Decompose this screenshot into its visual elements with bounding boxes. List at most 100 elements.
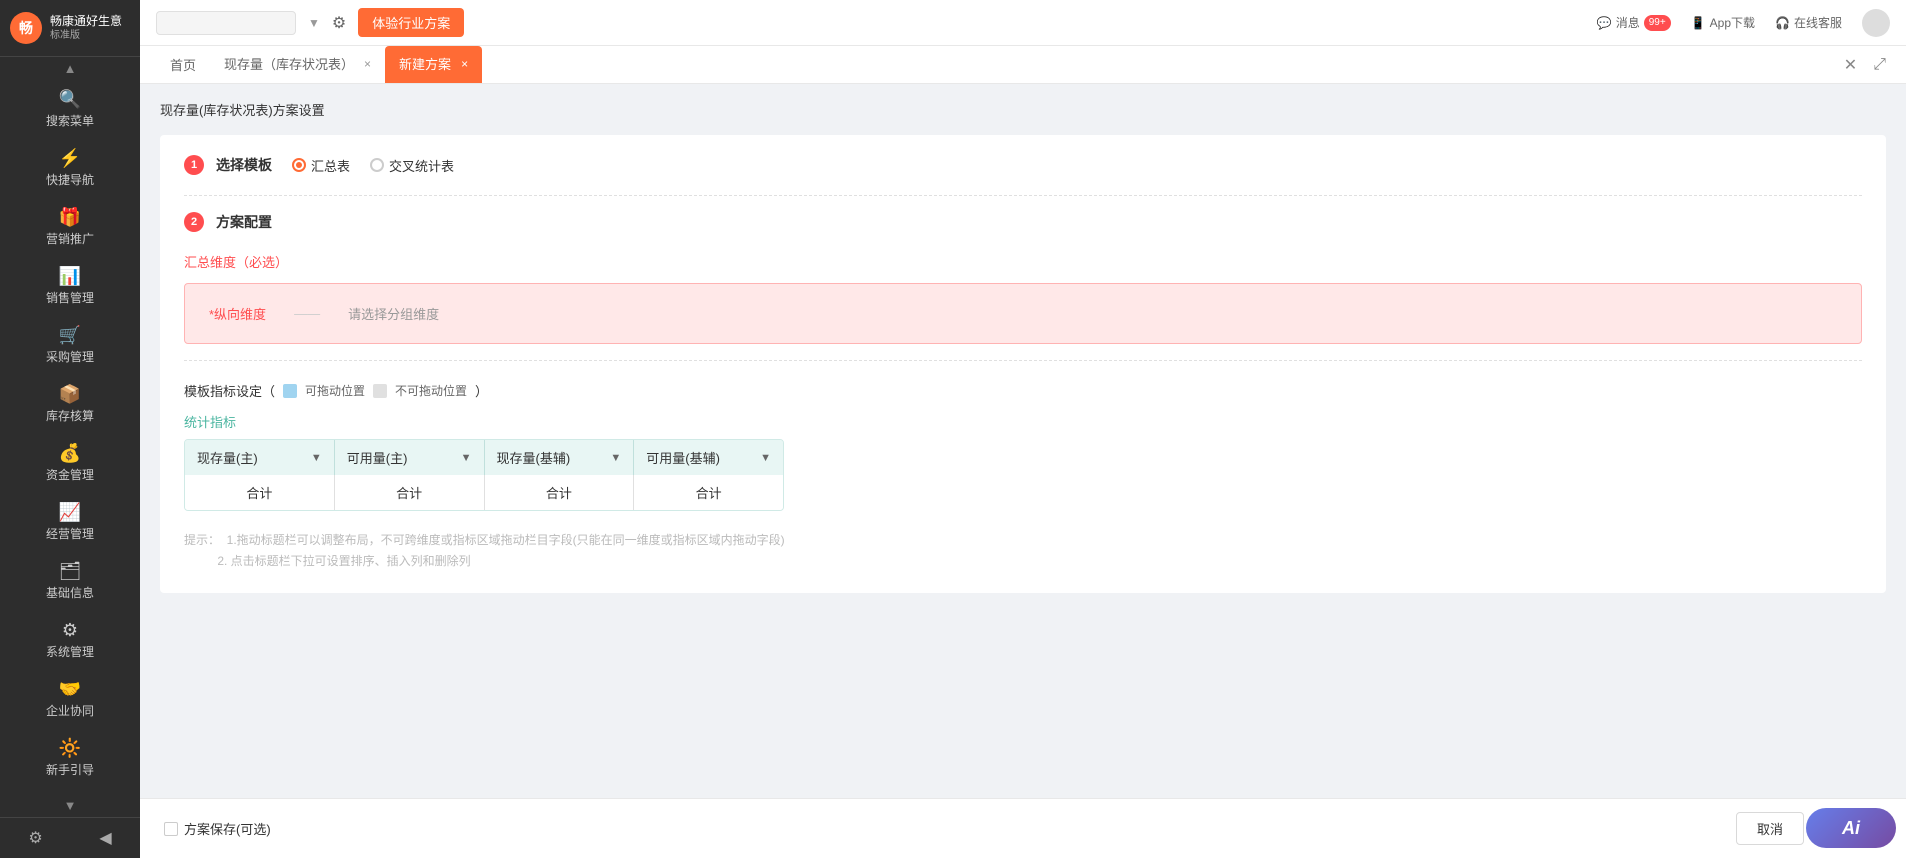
message-icon: 💬	[1597, 16, 1612, 30]
sidebar-item-operations[interactable]: 📈 经营管理	[0, 493, 140, 552]
bottom-bar: 方案保存(可选) 取消 查询	[140, 798, 1906, 858]
template-radio-group: 汇总表 交叉统计表	[292, 156, 454, 175]
stats-col-2[interactable]: 现存量(基辅) ▼	[485, 440, 635, 475]
radio-summary-label: 汇总表	[311, 156, 350, 175]
app-logo-text: 畅康通好生意 标准版	[50, 13, 122, 44]
sidebar-item-label: 库存核算	[46, 407, 94, 424]
sidebar-logo: 畅 畅康通好生意 标准版	[0, 0, 140, 57]
sidebar-item-new-guide[interactable]: 🔆 新手引导	[0, 729, 140, 788]
tab-inventory-close[interactable]: ×	[364, 57, 371, 71]
step2-row: 2 方案配置	[184, 212, 1862, 232]
sidebar-item-label: 销售管理	[46, 289, 94, 306]
dimension-box[interactable]: *纵向维度 —— 请选择分组维度	[184, 283, 1862, 344]
basic-info-icon: 🗂	[59, 562, 82, 580]
sidebar-item-finance[interactable]: 💰 资金管理	[0, 434, 140, 493]
indicator-setting-label: 模板指标设定（ 可拖动位置 不可拖动位置 ）	[184, 381, 1862, 400]
stats-col-3[interactable]: 可用量(基辅) ▼	[634, 440, 783, 475]
toggle-sidebar-icon[interactable]: ◀	[99, 828, 111, 848]
stats-cell-3: 合计	[634, 475, 783, 510]
sidebar-item-label: 新手引导	[46, 761, 94, 778]
save-checkbox-label: 方案保存(可选)	[184, 819, 271, 838]
sidebar-scroll-up[interactable]: ▲	[0, 57, 140, 80]
sidebar-item-marketing[interactable]: 🎁 营销推广	[0, 198, 140, 257]
sidebar-item-inventory[interactable]: 📦 库存核算	[0, 375, 140, 434]
indicator-setting: 模板指标设定（ 可拖动位置 不可拖动位置 ） 统计指标 现存量(主) ▼	[184, 381, 1862, 569]
sidebar-item-label: 基础信息	[46, 584, 94, 601]
tabs-right: ✕ ⤢	[1840, 55, 1890, 75]
main-area: ▼ ⚙ 体验行业方案 💬 消息 99+ 📱 App下载 🎧 在线客服 首页	[140, 0, 1906, 858]
user-avatar[interactable]	[1862, 9, 1890, 37]
cancel-button[interactable]: 取消	[1736, 812, 1804, 845]
stats-col-0-label: 现存量(主)	[197, 448, 258, 467]
sidebar-item-search[interactable]: 🔍 搜索菜单	[0, 80, 140, 139]
sidebar-footer: ⚙ ◀	[0, 817, 140, 858]
save-checkbox-box[interactable]	[164, 822, 178, 836]
radio-cross-dot	[370, 158, 384, 172]
radio-cross[interactable]: 交叉统计表	[370, 156, 454, 175]
sidebar-item-label: 经营管理	[46, 525, 94, 542]
stats-col-3-label: 可用量(基辅)	[646, 448, 720, 467]
new-guide-icon: 🔆	[59, 739, 81, 757]
stats-section-label: 统计指标	[184, 412, 1862, 431]
finance-icon: 💰	[59, 444, 81, 462]
radio-summary-dot	[292, 158, 306, 172]
sidebar-item-label: 营销推广	[46, 230, 94, 247]
col-2-chevron: ▼	[610, 452, 621, 464]
operations-icon: 📈	[59, 503, 81, 521]
save-checkbox[interactable]: 方案保存(可选)	[164, 819, 271, 838]
phone-icon: 📱	[1691, 16, 1706, 30]
message-badge: 99+	[1644, 15, 1671, 31]
sidebar-item-label: 企业协同	[46, 702, 94, 719]
sidebar-item-system[interactable]: ⚙ 系统管理	[0, 611, 140, 670]
tab-new-plan[interactable]: 新建方案 ×	[385, 46, 482, 83]
sidebar-item-purchase[interactable]: 🛒 采购管理	[0, 316, 140, 375]
stats-table: 现存量(主) ▼ 可用量(主) ▼ 现存量(基辅) ▼ 可用量(基辅)	[184, 439, 784, 511]
inventory-icon: 📦	[59, 385, 81, 403]
sidebar-item-sales[interactable]: 📊 销售管理	[0, 257, 140, 316]
col-3-chevron: ▼	[760, 452, 771, 464]
purchase-icon: 🛒	[59, 326, 81, 344]
app-download-btn[interactable]: 📱 App下载	[1691, 14, 1755, 31]
stats-col-0[interactable]: 现存量(主) ▼	[185, 440, 335, 475]
online-service-btn[interactable]: 🎧 在线客服	[1775, 14, 1842, 31]
tab-home-label: 首页	[170, 55, 196, 74]
tab-inventory-label: 现存量（库存状况表）	[224, 54, 354, 73]
topbar-dropdown-icon[interactable]: ▼	[308, 16, 320, 30]
tab-home[interactable]: 首页	[156, 47, 210, 82]
topbar: ▼ ⚙ 体验行业方案 💬 消息 99+ 📱 App下载 🎧 在线客服	[140, 0, 1906, 46]
ai-floating-button[interactable]: Ai	[1806, 808, 1896, 848]
step1-row: 1 选择模板 汇总表 交叉统计表	[184, 155, 1862, 175]
stats-col-1[interactable]: 可用量(主) ▼	[335, 440, 485, 475]
stats-cell-0: 合计	[185, 475, 335, 510]
settings-icon[interactable]: ⚙	[28, 828, 42, 848]
sidebar-scroll-down[interactable]: ▼	[0, 794, 140, 817]
sidebar-item-label: 快捷导航	[46, 171, 94, 188]
summary-dimension-section: 汇总维度（必选） *纵向维度 —— 请选择分组维度	[184, 252, 1862, 344]
tab-new-plan-close[interactable]: ×	[461, 57, 468, 71]
summary-dimension-title: 汇总维度（必选）	[184, 252, 1862, 271]
message-label: 消息	[1616, 14, 1640, 31]
message-btn[interactable]: 💬 消息 99+	[1597, 14, 1671, 31]
sidebar-item-quick-nav[interactable]: ⚡ 快捷导航	[0, 139, 140, 198]
config-card: 1 选择模板 汇总表 交叉统计表 2 方案配置	[160, 135, 1886, 593]
stats-table-header: 现存量(主) ▼ 可用量(主) ▼ 现存量(基辅) ▼ 可用量(基辅)	[185, 440, 783, 475]
divider1	[184, 195, 1862, 196]
ai-label: Ai	[1842, 818, 1860, 839]
trial-btn[interactable]: 体验行业方案	[358, 8, 464, 37]
sidebar-item-cooperation[interactable]: 🤝 企业协同	[0, 670, 140, 729]
page-title: 现存量(库存状况表)方案设置	[160, 100, 1886, 119]
cooperation-icon: 🤝	[59, 680, 81, 698]
sidebar-item-basic-info[interactable]: 🗂 基础信息	[0, 552, 140, 611]
marketing-icon: 🎁	[59, 208, 81, 226]
tab-inventory-status[interactable]: 现存量（库存状况表） ×	[210, 46, 385, 83]
sidebar-item-label: 采购管理	[46, 348, 94, 365]
expand-btn[interactable]: ⤢	[1869, 56, 1890, 74]
close-tab-btn[interactable]: ✕	[1840, 55, 1861, 75]
radio-summary[interactable]: 汇总表	[292, 156, 350, 175]
stats-col-1-label: 可用量(主)	[347, 448, 408, 467]
topbar-search-input[interactable]	[156, 11, 296, 35]
sidebar: 畅 畅康通好生意 标准版 ▲ 🔍 搜索菜单 ⚡ 快捷导航 🎁 营销推广 📊 销售…	[0, 0, 140, 858]
tab-new-plan-label: 新建方案	[399, 54, 451, 73]
non-draggable-tag	[373, 384, 387, 398]
topbar-gear-icon[interactable]: ⚙	[332, 13, 346, 33]
